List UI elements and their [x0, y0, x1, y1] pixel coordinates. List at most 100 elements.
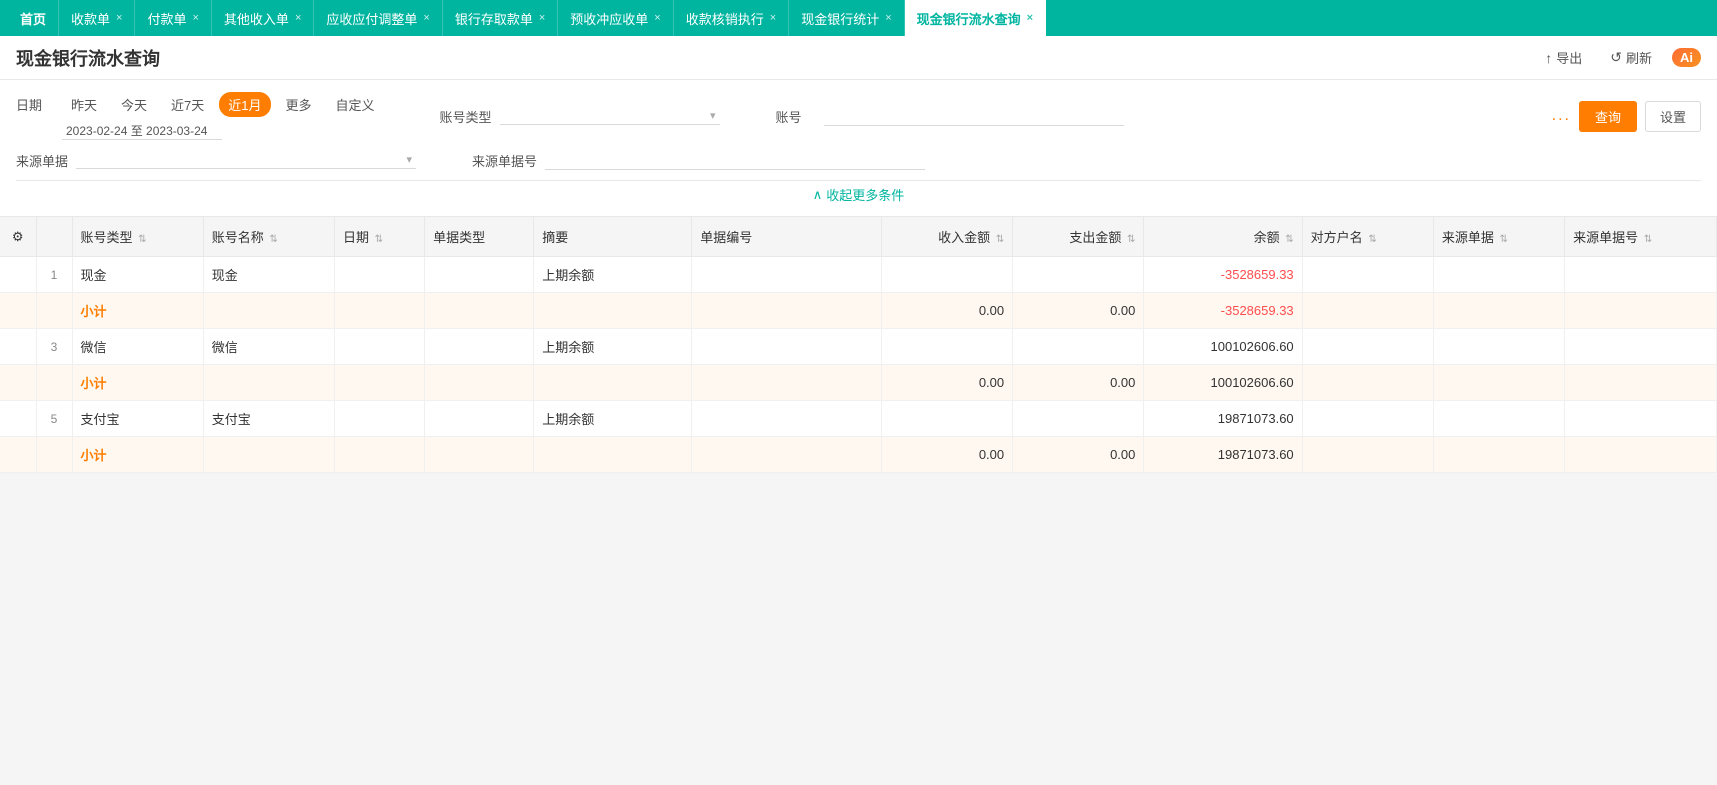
col-gear[interactable]: ⚙ [0, 217, 36, 257]
ai-button[interactable]: Ai [1672, 48, 1701, 67]
account-type-label: 账号类型 [440, 107, 492, 126]
table-row[interactable]: 小计 0.00 0.00 19871073.60 [0, 437, 1717, 473]
row-counterparty [1302, 329, 1433, 365]
nav-tab-adjust[interactable]: 应收应付调整单 × [314, 0, 442, 36]
account-label: 账号 [776, 107, 816, 126]
refresh-button[interactable]: ↺ 刷新 [1602, 44, 1660, 71]
row-gear [0, 329, 36, 365]
date-btn-more[interactable]: 更多 [277, 92, 321, 117]
row-source-doc-no [1565, 401, 1717, 437]
close-prepayment-icon[interactable]: × [654, 12, 660, 24]
col-source-doc-no[interactable]: 来源单据号 ⇅ [1565, 217, 1717, 257]
col-balance[interactable]: 余额 ⇅ [1144, 217, 1302, 257]
nav-tab-prepayment[interactable]: 预收冲应收单 × [558, 0, 673, 36]
row-gear [0, 365, 36, 401]
nav-tab-cash-stats[interactable]: 现金银行统计 × [789, 0, 904, 36]
row-expense [1013, 257, 1144, 293]
source-doc-select[interactable]: ▾ [76, 151, 416, 169]
action-group: ... 查询 设置 [1552, 101, 1701, 132]
row-gear [0, 437, 36, 473]
col-account-name[interactable]: 账号名称 ⇅ [203, 217, 334, 257]
row-income [881, 329, 1012, 365]
row-source-doc [1433, 365, 1564, 401]
col-counterparty[interactable]: 对方户名 ⇅ [1302, 217, 1433, 257]
date-options: 昨天 今天 近7天 近1月 更多 自定义 [62, 92, 384, 117]
row-date [334, 401, 424, 437]
col-doc-type: 单据类型 [425, 217, 534, 257]
close-cash-flow-icon[interactable]: × [1027, 12, 1033, 24]
row-counterparty [1302, 293, 1433, 329]
row-source-doc-no [1565, 437, 1717, 473]
col-expense[interactable]: 支出金额 ⇅ [1013, 217, 1144, 257]
row-counterparty [1302, 365, 1433, 401]
account-filter: 账号 [776, 106, 1124, 126]
row-doc-no [692, 437, 882, 473]
table-wrap: ⚙ 账号类型 ⇅ 账号名称 ⇅ 日期 ⇅ 单据类型 摘要 单据编号 [0, 217, 1717, 473]
date-btn-1month[interactable]: 近1月 [219, 92, 270, 117]
table-row[interactable]: 小计 0.00 0.00 -3528659.33 [0, 293, 1717, 329]
nav-tab-payments[interactable]: 付款单 × [135, 0, 211, 36]
nav-tab-bank-deposit[interactable]: 银行存取款单 × [443, 0, 558, 36]
header-actions: ↑ 导出 ↺ 刷新 Ai [1537, 44, 1701, 71]
date-btn-custom[interactable]: 自定义 [327, 92, 384, 117]
account-input[interactable] [824, 106, 1124, 126]
query-button[interactable]: 查询 [1579, 101, 1637, 132]
table-header-row: ⚙ 账号类型 ⇅ 账号名称 ⇅ 日期 ⇅ 单据类型 摘要 单据编号 [0, 217, 1717, 257]
row-account-name [203, 365, 334, 401]
more-options-button[interactable]: ... [1552, 107, 1571, 125]
table-row[interactable]: 3 微信 微信 上期余额 100102606.60 [0, 329, 1717, 365]
row-expense: 0.00 [1013, 437, 1144, 473]
close-receipts-icon[interactable]: × [116, 12, 122, 24]
refresh-icon: ↺ [1610, 49, 1622, 66]
col-account-type[interactable]: 账号类型 ⇅ [72, 217, 203, 257]
nav-tab-cash-flow[interactable]: 现金银行流水查询 × [905, 0, 1046, 36]
row-source-doc-no [1565, 329, 1717, 365]
table-row[interactable]: 1 现金 现金 上期余额 -3528659.33 [0, 257, 1717, 293]
nav-tab-receipts[interactable]: 收款单 × [59, 0, 135, 36]
row-source-doc-no [1565, 365, 1717, 401]
row-counterparty [1302, 437, 1433, 473]
date-btn-7days[interactable]: 近7天 [162, 92, 213, 117]
close-cash-stats-icon[interactable]: × [885, 12, 891, 24]
col-source-doc[interactable]: 来源单据 ⇅ [1433, 217, 1564, 257]
row-account-name: 支付宝 [203, 401, 334, 437]
table-row[interactable]: 小计 0.00 0.00 100102606.60 [0, 365, 1717, 401]
collapse-button[interactable]: ∧ 收起更多条件 [16, 180, 1701, 208]
col-date[interactable]: 日期 ⇅ [334, 217, 424, 257]
source-doc-chevron-icon: ▾ [406, 153, 412, 166]
table-row[interactable]: 5 支付宝 支付宝 上期余额 19871073.60 [0, 401, 1717, 437]
date-btn-today[interactable]: 今天 [112, 92, 156, 117]
row-counterparty [1302, 401, 1433, 437]
date-btn-yesterday[interactable]: 昨天 [62, 92, 106, 117]
col-income[interactable]: 收入金额 ⇅ [881, 217, 1012, 257]
row-source-doc-no [1565, 257, 1717, 293]
row-balance: -3528659.33 [1144, 293, 1302, 329]
row-account-type: 微信 [72, 329, 203, 365]
nav-tab-collection[interactable]: 收款核销执行 × [674, 0, 789, 36]
date-range-input[interactable] [62, 121, 222, 140]
close-collection-icon[interactable]: × [770, 12, 776, 24]
close-payments-icon[interactable]: × [192, 12, 198, 24]
nav-tab-other-income[interactable]: 其他收入单 × [212, 0, 314, 36]
row-source-doc [1433, 329, 1564, 365]
row-summary: 上期余额 [534, 401, 692, 437]
row-gear [0, 293, 36, 329]
export-button[interactable]: ↑ 导出 [1537, 44, 1590, 71]
settings-button[interactable]: 设置 [1645, 101, 1701, 132]
row-doc-type [425, 329, 534, 365]
close-adjust-icon[interactable]: × [423, 12, 429, 24]
row-doc-type [425, 401, 534, 437]
account-type-select[interactable]: ▾ [500, 107, 720, 125]
nav-home[interactable]: 首页 [8, 0, 59, 36]
close-other-income-icon[interactable]: × [295, 12, 301, 24]
close-bank-deposit-icon[interactable]: × [539, 12, 545, 24]
row-gear [0, 257, 36, 293]
row-expense: 0.00 [1013, 365, 1144, 401]
row-doc-type [425, 293, 534, 329]
row-summary: 上期余额 [534, 329, 692, 365]
row-seq: 1 [36, 257, 72, 293]
row-source-doc [1433, 293, 1564, 329]
gear-icon: ⚙ [12, 229, 24, 244]
row-account-name [203, 293, 334, 329]
source-doc-no-input[interactable] [545, 150, 925, 170]
